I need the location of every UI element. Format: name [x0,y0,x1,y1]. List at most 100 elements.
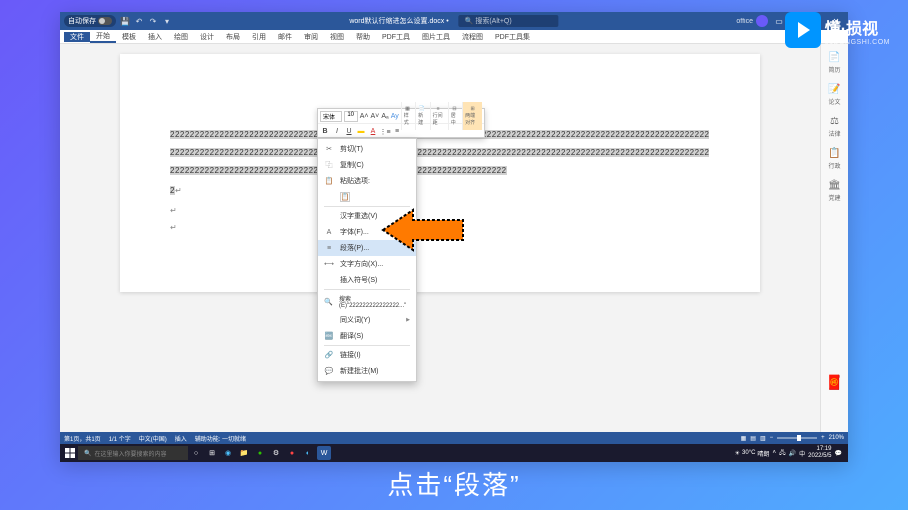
menu-font[interactable]: A字体(F)... [318,224,416,240]
tab-file[interactable]: 文件 [64,32,90,42]
wechat-icon[interactable]: ● [253,446,267,460]
panel-item-resume[interactable]: 📄简历 [825,50,845,74]
tab-help[interactable]: 帮助 [350,32,376,42]
redo-icon[interactable]: ↷ [148,16,158,26]
watermark-url: 51DONGSHI.COM [825,39,890,46]
zoom-out-icon[interactable]: − [770,435,774,441]
word-task-icon[interactable]: W [317,446,331,460]
tab-view[interactable]: 视图 [324,32,350,42]
qat-more-icon[interactable]: ▾ [162,16,172,26]
undo-icon[interactable]: ↶ [134,16,144,26]
font-color-icon[interactable]: A [368,126,378,137]
menu-insert-symbol[interactable]: 插入符号(S) [318,272,416,288]
underline-icon[interactable]: U [344,126,354,137]
tell-me-search[interactable]: 🔍 搜索(Alt+Q) [459,15,559,27]
shrink-font-icon[interactable]: A˅ [371,111,380,122]
side-panel: 📄简历 📝论文 ⚖法律 📋行政 🏛党建 🧧 [820,44,848,432]
zoom-slider[interactable] [777,437,817,439]
highlight-icon[interactable]: ▬ [356,126,366,137]
menu-separator [324,345,410,346]
weather-widget[interactable]: ☀ 30°C 晴朗 [735,449,770,458]
record-icon[interactable]: ● [285,446,299,460]
tab-flow[interactable]: 流程图 [456,32,489,42]
edge-icon[interactable]: ◉ [221,446,235,460]
font-icon: A [324,227,334,237]
bold-icon[interactable]: B [320,126,330,137]
view-print-icon[interactable]: ▤ [750,435,756,442]
menu-paragraph[interactable]: ≡段落(P)... [318,240,416,256]
save-icon[interactable]: 💾 [120,16,130,26]
menu-search[interactable]: 🔍搜索(E)"222222222222222..." [318,291,416,312]
panel-item-admin[interactable]: 📋行政 [825,146,845,170]
tab-design[interactable]: 设计 [194,32,220,42]
mini-styles-group[interactable]: ▦样式 [401,102,413,130]
panel-item-law[interactable]: ⚖法律 [825,114,845,138]
menu-paste-options[interactable]: 📋 [318,189,416,205]
tray-up-icon[interactable]: ˄ [772,450,776,456]
clock[interactable]: 17:192022/5/5 [808,446,831,460]
tab-layout[interactable]: 布局 [220,32,246,42]
word-window: 自动保存 💾 ↶ ↷ ▾ word默认行缩进怎么设置.docx • 🔍 搜索(A… [60,12,848,462]
status-acc[interactable]: 辅助功能: 一切就绪 [195,434,246,443]
explorer-icon[interactable]: 📁 [237,446,251,460]
status-insert[interactable]: 插入 [175,434,187,443]
mini-center-group[interactable]: ⊟居中 [448,102,460,130]
menu-paste[interactable]: 📋粘贴选项: [318,173,416,189]
panel-item-paper[interactable]: 📝论文 [825,82,845,106]
numbering-icon[interactable]: ≡ [392,126,402,137]
mini-spacing-group[interactable]: ≡行间距 [430,102,446,130]
status-words[interactable]: 1/1 个字 [109,434,131,443]
tray-net-icon[interactable]: 🖧 [779,448,786,458]
taskbar-search[interactable]: 🔍 在这里输入你要搜索的内容 [78,446,188,460]
panel-item-party[interactable]: 🏛党建 [825,178,845,202]
mini-align-group[interactable]: ⊞两端对齐 [462,102,482,130]
status-lang[interactable]: 中文(中国) [139,434,167,443]
mini-size-select[interactable]: 10 [344,111,357,122]
taskview-icon[interactable]: ⊞ [205,446,219,460]
grow-font-icon[interactable]: A˄ [360,111,369,122]
menu-translate[interactable]: 🔤翻译(S) [318,328,416,344]
tray-vol-icon[interactable]: 🔊 [789,450,796,457]
paste-keep-icon[interactable]: 📋 [340,192,350,202]
app-icon[interactable]: ◐ [301,446,315,460]
italic-icon[interactable]: I [332,126,342,137]
tab-pdfset[interactable]: PDF工具集 [489,32,536,42]
bullets-icon[interactable]: ⋮≡ [380,126,390,137]
tab-home[interactable]: 开始 [90,31,116,43]
notifications-icon[interactable]: 💬 [835,450,842,457]
menu-reconvert[interactable]: 汉字重选(V) [318,208,416,224]
tab-review[interactable]: 审阅 [298,32,324,42]
cortana-icon[interactable]: ○ [189,446,203,460]
tray-ime-icon[interactable]: 中 [799,449,805,458]
menu-copy[interactable]: ⿻复制(C) [318,157,416,173]
menu-synonyms[interactable]: 同义词(Y)▶ [318,312,416,328]
mini-new-group[interactable]: 📄新建 [415,102,427,130]
view-web-icon[interactable]: ▥ [760,435,766,442]
account-icon[interactable] [756,15,768,27]
chevron-right-icon: ▶ [406,317,410,323]
mini-font-select[interactable]: 宋体 [320,111,342,122]
gift-icon[interactable]: 🧧 [826,374,843,390]
tab-mailings[interactable]: 邮件 [272,32,298,42]
tab-draw[interactable]: 绘图 [168,32,194,42]
menu-cut[interactable]: ✂剪切(T) [318,141,416,157]
tab-template[interactable]: 模板 [116,32,142,42]
tab-references[interactable]: 引用 [246,32,272,42]
settings-icon[interactable]: ⚙ [269,446,283,460]
zoom-in-icon[interactable]: + [821,435,825,441]
page[interactable]: 2222222222222222222222222222222222222222… [120,54,760,292]
zoom-level[interactable]: 210% [829,435,844,441]
menu-comment[interactable]: 💬新建批注(M) [318,363,416,379]
start-button[interactable] [62,445,78,461]
status-page[interactable]: 第1页，共1页 [64,434,101,443]
format-painter-icon[interactable]: Aₐ [381,111,388,122]
tab-insert[interactable]: 插入 [142,32,168,42]
menu-text-direction[interactable]: ⟷文字方向(X)... [318,256,416,272]
comment-icon: 💬 [324,366,334,376]
view-read-icon[interactable]: ▦ [741,435,747,442]
tab-picture[interactable]: 图片工具 [416,32,456,42]
styles-icon[interactable]: Ay [391,111,399,122]
auto-save-toggle[interactable]: 自动保存 [64,15,116,27]
menu-link[interactable]: 🔗链接(I) [318,347,416,363]
tab-pdf[interactable]: PDF工具 [376,32,416,42]
